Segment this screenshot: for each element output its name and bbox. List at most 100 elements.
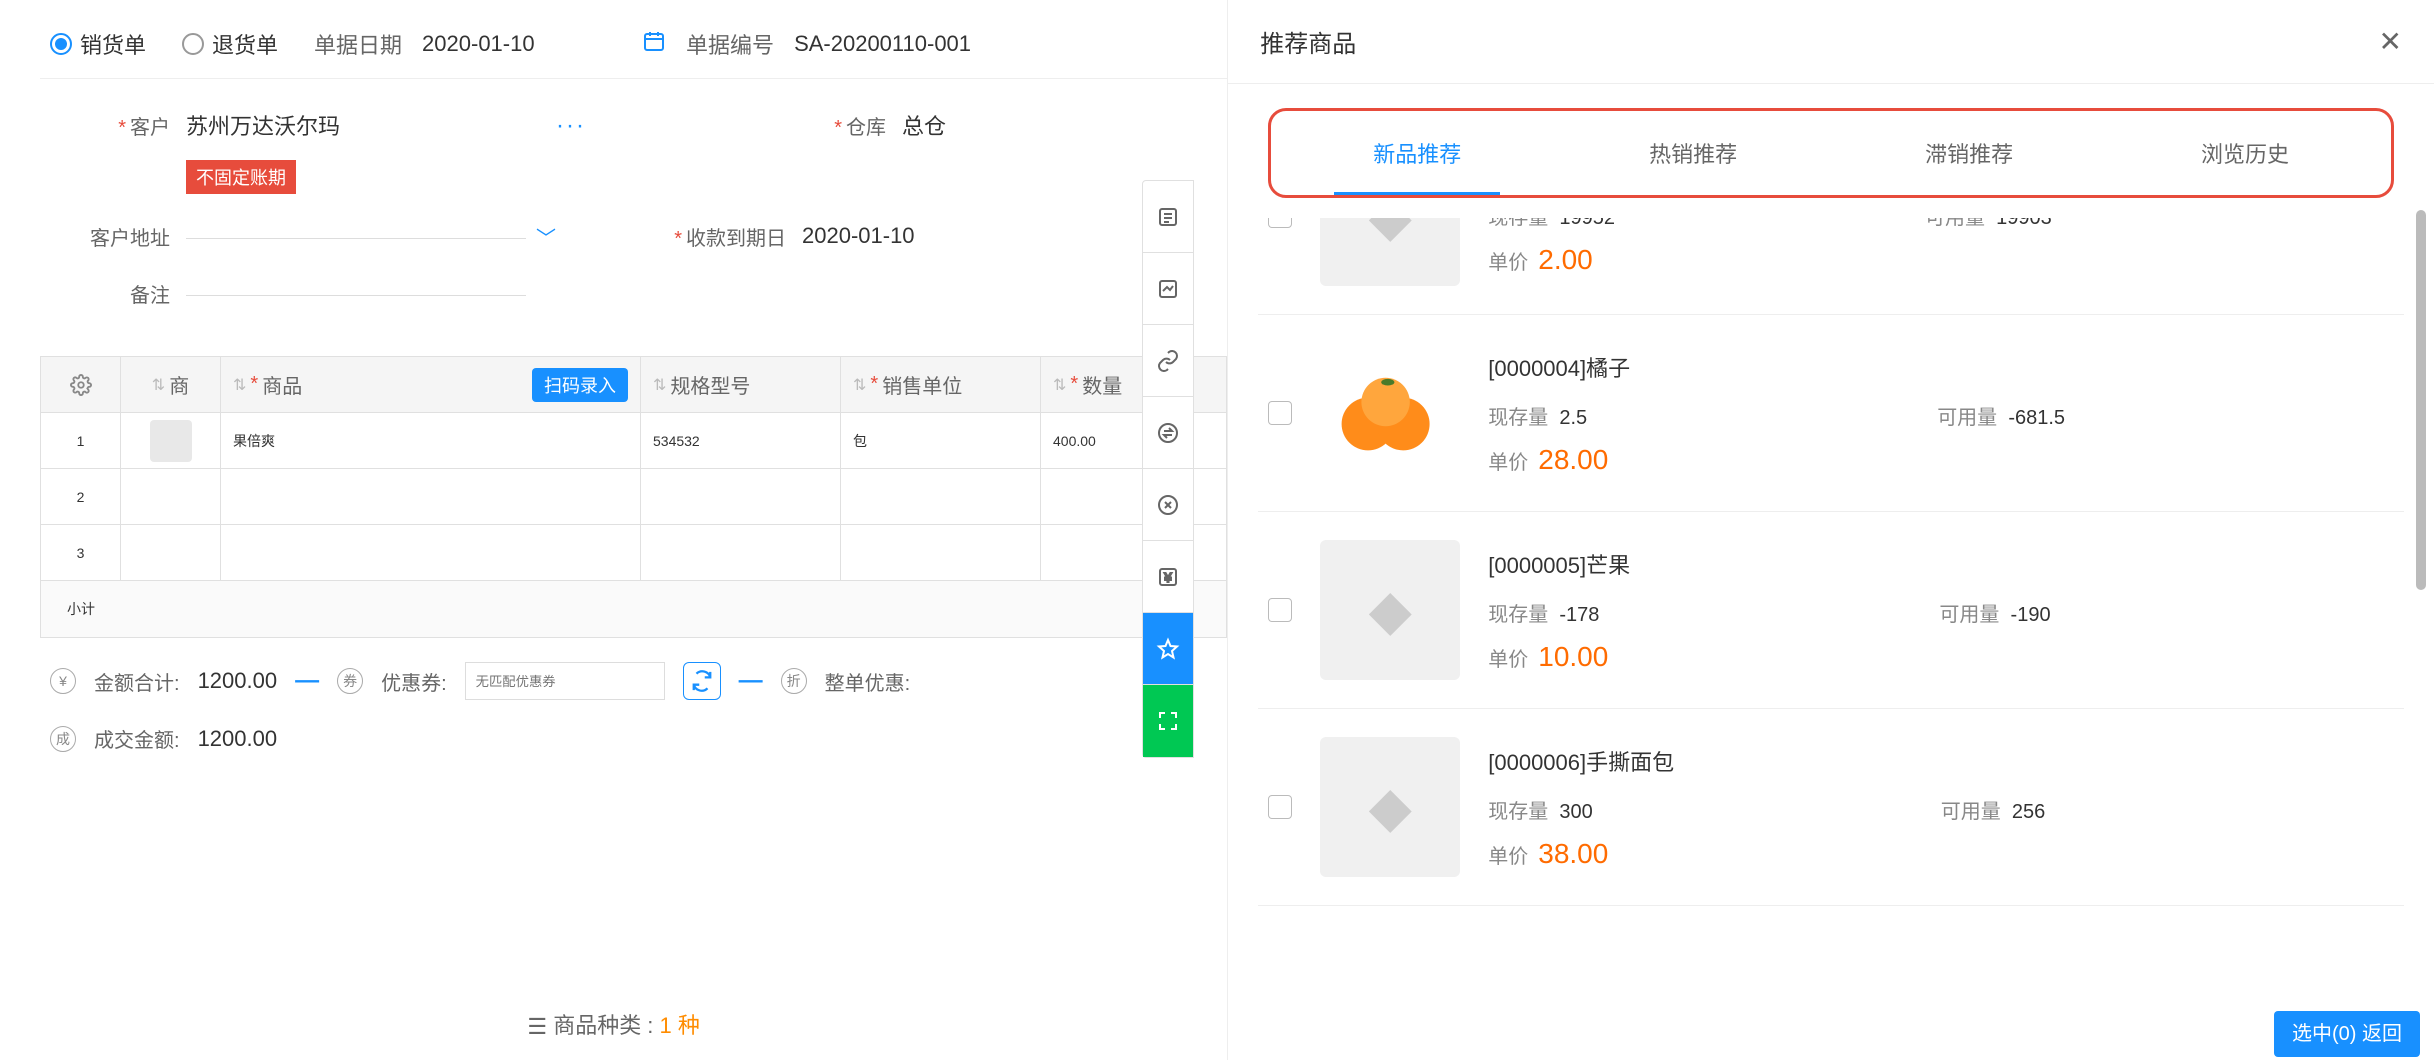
product-avail: 256 <box>2012 801 2045 823</box>
due-label: *收款到期日 <box>666 222 786 251</box>
col-unit[interactable]: ⇅*销售单位 <box>841 357 1041 412</box>
product-item[interactable]: [0000004]橘子 现存量 2.5 可用量 -681.5 单价28.00 <box>1258 315 2404 512</box>
deal-value: 1200.00 <box>198 726 278 752</box>
product-image-orange <box>1320 343 1460 483</box>
discount-label: 整单优惠: <box>825 667 911 696</box>
product-price: 2.00 <box>1538 244 1593 275</box>
product-thumb-icon <box>150 420 192 462</box>
refresh-coupon-button[interactable] <box>683 662 721 700</box>
customer-lookup-button[interactable]: ··· <box>556 112 586 140</box>
side-toolbar: ¥ <box>1142 180 1194 758</box>
product-avail: 19903 <box>1996 218 2052 229</box>
bill-no-value: SA-20200110-001 <box>794 31 994 58</box>
bill-meta: 单据日期 2020-01-10 单据编号 SA-20200110-001 <box>314 28 994 60</box>
order-type-row: 销货单 退货单 单据日期 2020-01-10 单据编号 SA-20200110… <box>40 18 1227 79</box>
customer-label: *客户 <box>50 111 170 140</box>
product-image-placeholder-icon: ◆ <box>1320 737 1460 877</box>
coupon-input[interactable] <box>465 662 665 700</box>
table-row[interactable]: 1 果倍爽 534532 包 400.00 <box>41 413 1226 469</box>
col-product[interactable]: ⇅*商品 扫码录入 <box>221 357 641 412</box>
chart-icon[interactable] <box>1143 253 1193 325</box>
warehouse-value[interactable]: 总仓 <box>902 109 1102 142</box>
recommend-header: 推荐商品 ✕ <box>1228 0 2434 84</box>
product-item[interactable]: ◆ 250mL 现存量 19952 可用量 19903 单价2.00 <box>1258 218 2404 315</box>
product-title: [0000005]芒果 <box>1488 548 2404 580</box>
col-spec[interactable]: ⇅规格型号 <box>641 357 841 412</box>
row-index: 2 <box>41 469 121 524</box>
radio-sales-order[interactable]: 销货单 <box>50 28 146 60</box>
totals-row: ¥ 金额合计: 1200.00 — 券 优惠券: — 折 整单优惠: <box>40 638 1227 724</box>
line-items-table: ⇅商 ⇅*商品 扫码录入 ⇅规格型号 ⇅*销售单位 ⇅*数量 1 果倍爽 534… <box>40 356 1227 638</box>
subtotal-label: 小计 <box>41 581 121 637</box>
scan-input-button[interactable]: 扫码录入 <box>532 368 628 402</box>
product-image-placeholder-icon: ◆ <box>1320 218 1460 286</box>
row-qty[interactable]: 400.00 <box>1041 413 1221 468</box>
product-list[interactable]: ◆ 250mL 现存量 19952 可用量 19903 单价2.00 [0000… <box>1258 218 2404 998</box>
subtotal-row: 小计 <box>41 581 1226 637</box>
product-price: 38.00 <box>1538 838 1608 869</box>
selected-return-button[interactable]: 选中(0) 返回 <box>2274 1011 2420 1057</box>
close-circle-icon[interactable] <box>1143 469 1193 541</box>
cny-circle-icon[interactable]: ¥ <box>1143 541 1193 613</box>
tag-icon: ☰ <box>527 1014 547 1040</box>
product-checkbox[interactable] <box>1268 218 1292 228</box>
product-checkbox[interactable] <box>1268 795 1292 819</box>
col-vendor[interactable]: ⇅商 <box>121 357 221 412</box>
list-icon[interactable] <box>1143 181 1193 253</box>
radio-return-label: 退货单 <box>212 28 278 60</box>
variety-value: 1 种 <box>660 1013 700 1038</box>
product-checkbox[interactable] <box>1268 401 1292 425</box>
product-stock: -178 <box>1559 604 1599 626</box>
customer-value[interactable]: 苏州万达沃尔玛 <box>186 109 526 142</box>
fixed-period-tag: 不固定账期 <box>186 160 296 194</box>
product-avail: -190 <box>2011 604 2051 626</box>
row-product[interactable]: 果倍爽 <box>221 413 641 468</box>
amount-label: 金额合计: <box>94 667 180 696</box>
bill-date-value[interactable]: 2020-01-10 <box>422 31 622 58</box>
link-icon[interactable] <box>1143 325 1193 397</box>
deal-label: 成交金额: <box>94 724 180 753</box>
address-input[interactable] <box>186 234 526 239</box>
product-stock: 19952 <box>1559 218 1615 229</box>
product-item[interactable]: ◆ [0000006]手撕面包 现存量 300 可用量 256 单价38.00 <box>1258 709 2404 906</box>
recommend-tabs: 新品推荐 热销推荐 滞销推荐 浏览历史 <box>1268 108 2394 198</box>
cny-icon: ¥ <box>50 668 76 694</box>
product-stock: 300 <box>1559 801 1592 823</box>
remark-input[interactable] <box>186 291 526 296</box>
table-row[interactable]: 3 <box>41 525 1226 581</box>
table-row[interactable]: 2 <box>41 469 1226 525</box>
due-value[interactable]: 2020-01-10 <box>802 223 1002 250</box>
chevron-down-icon[interactable]: ﹀ <box>536 222 556 251</box>
gear-icon[interactable] <box>41 357 121 412</box>
recommend-footer: 选中(0) 返回 <box>2274 1017 2420 1046</box>
form-section: *客户 苏州万达沃尔玛 ··· *仓库 总仓 不固定账期 客户地址 ﹀ <box>40 79 1227 346</box>
address-label: 客户地址 <box>50 222 170 251</box>
calendar-icon[interactable] <box>642 29 666 59</box>
star-icon[interactable] <box>1143 613 1193 685</box>
variety-label: 商品种类 : <box>553 1013 653 1038</box>
swap-icon[interactable] <box>1143 397 1193 469</box>
remark-label: 备注 <box>50 279 170 308</box>
bill-no-label: 单据编号 <box>686 28 774 60</box>
bill-date-label: 单据日期 <box>314 28 402 60</box>
deal-icon: 成 <box>50 726 76 752</box>
expand-icon[interactable] <box>1143 685 1193 757</box>
row-spec[interactable]: 534532 <box>641 413 841 468</box>
product-item[interactable]: ◆ [0000005]芒果 现存量 -178 可用量 -190 单价10.00 <box>1258 512 2404 709</box>
product-title: [0000004]橘子 <box>1488 351 2404 383</box>
product-checkbox[interactable] <box>1268 598 1292 622</box>
coupon-icon: 券 <box>337 668 363 694</box>
scrollbar[interactable] <box>2416 210 2426 590</box>
tab-history[interactable]: 浏览历史 <box>2107 119 2383 187</box>
radio-return-order[interactable]: 退货单 <box>182 28 278 60</box>
minus-icon: — <box>295 667 319 695</box>
tab-hot[interactable]: 热销推荐 <box>1555 119 1831 187</box>
row-unit[interactable]: 包 <box>841 413 1041 468</box>
warehouse-label: *仓库 <box>766 111 886 140</box>
tab-slow[interactable]: 滞销推荐 <box>1831 119 2107 187</box>
product-title: [0000006]手撕面包 <box>1488 745 2404 777</box>
tab-new[interactable]: 新品推荐 <box>1279 119 1555 187</box>
close-icon[interactable]: ✕ <box>2379 25 2402 58</box>
row-index: 3 <box>41 525 121 580</box>
col-qty[interactable]: ⇅*数量 <box>1041 357 1221 412</box>
